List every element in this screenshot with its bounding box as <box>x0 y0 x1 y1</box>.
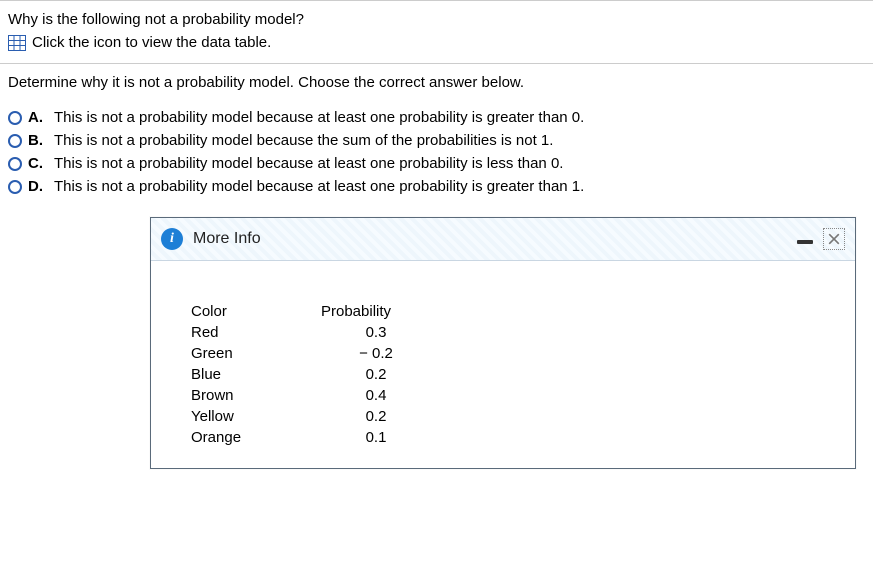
radio-icon[interactable] <box>8 157 22 171</box>
header-color: Color <box>191 301 321 322</box>
view-table-row[interactable]: Click the icon to view the data table. <box>8 34 865 51</box>
table-row: Blue 0.2 <box>191 364 441 385</box>
probability-table: Color Probability Red 0.3 Green − 0.2 Bl… <box>191 301 441 448</box>
table-row: Yellow 0.2 <box>191 406 441 427</box>
more-info-modal: i More Info Color Probability Red 0.3 <box>150 217 856 469</box>
option-letter: C. <box>28 155 48 172</box>
answer-options: A. This is not a probability model becau… <box>0 109 873 195</box>
table-row: Brown 0.4 <box>191 385 441 406</box>
info-icon: i <box>161 228 183 250</box>
option-b[interactable]: B. This is not a probability model becau… <box>8 132 865 149</box>
cell-prob: − 0.2 <box>321 343 441 364</box>
option-letter: D. <box>28 178 48 195</box>
cell-color: Green <box>191 343 321 364</box>
cell-prob: 0.1 <box>321 427 441 448</box>
data-table-icon[interactable] <box>8 35 26 51</box>
radio-icon[interactable] <box>8 180 22 194</box>
question-block: Why is the following not a probability m… <box>0 1 873 63</box>
option-text: This is not a probability model because … <box>54 155 563 172</box>
cell-prob: 0.3 <box>321 322 441 343</box>
table-row: Green − 0.2 <box>191 343 441 364</box>
cell-color: Yellow <box>191 406 321 427</box>
option-letter: A. <box>28 109 48 126</box>
radio-icon[interactable] <box>8 111 22 125</box>
close-icon[interactable] <box>823 228 845 250</box>
cell-prob: 0.2 <box>321 406 441 427</box>
instruction-text: Determine why it is not a probability mo… <box>0 64 873 109</box>
option-text: This is not a probability model because … <box>54 132 553 149</box>
option-text: This is not a probability model because … <box>54 109 584 126</box>
table-header-row: Color Probability <box>191 301 441 322</box>
option-a[interactable]: A. This is not a probability model becau… <box>8 109 865 126</box>
cell-color: Orange <box>191 427 321 448</box>
minimize-icon[interactable] <box>797 240 813 244</box>
cell-color: Brown <box>191 385 321 406</box>
view-table-hint: Click the icon to view the data table. <box>32 34 271 51</box>
option-d[interactable]: D. This is not a probability model becau… <box>8 178 865 195</box>
modal-body: Color Probability Red 0.3 Green − 0.2 Bl… <box>151 261 855 468</box>
cell-color: Red <box>191 322 321 343</box>
cell-prob: 0.4 <box>321 385 441 406</box>
option-c[interactable]: C. This is not a probability model becau… <box>8 155 865 172</box>
question-prompt: Why is the following not a probability m… <box>8 11 865 28</box>
modal-header: i More Info <box>151 218 855 261</box>
table-row: Red 0.3 <box>191 322 441 343</box>
cell-color: Blue <box>191 364 321 385</box>
modal-title: More Info <box>193 230 261 248</box>
option-letter: B. <box>28 132 48 149</box>
cell-prob: 0.2 <box>321 364 441 385</box>
option-text: This is not a probability model because … <box>54 178 584 195</box>
header-probability: Probability <box>321 301 441 322</box>
radio-icon[interactable] <box>8 134 22 148</box>
table-row: Orange 0.1 <box>191 427 441 448</box>
